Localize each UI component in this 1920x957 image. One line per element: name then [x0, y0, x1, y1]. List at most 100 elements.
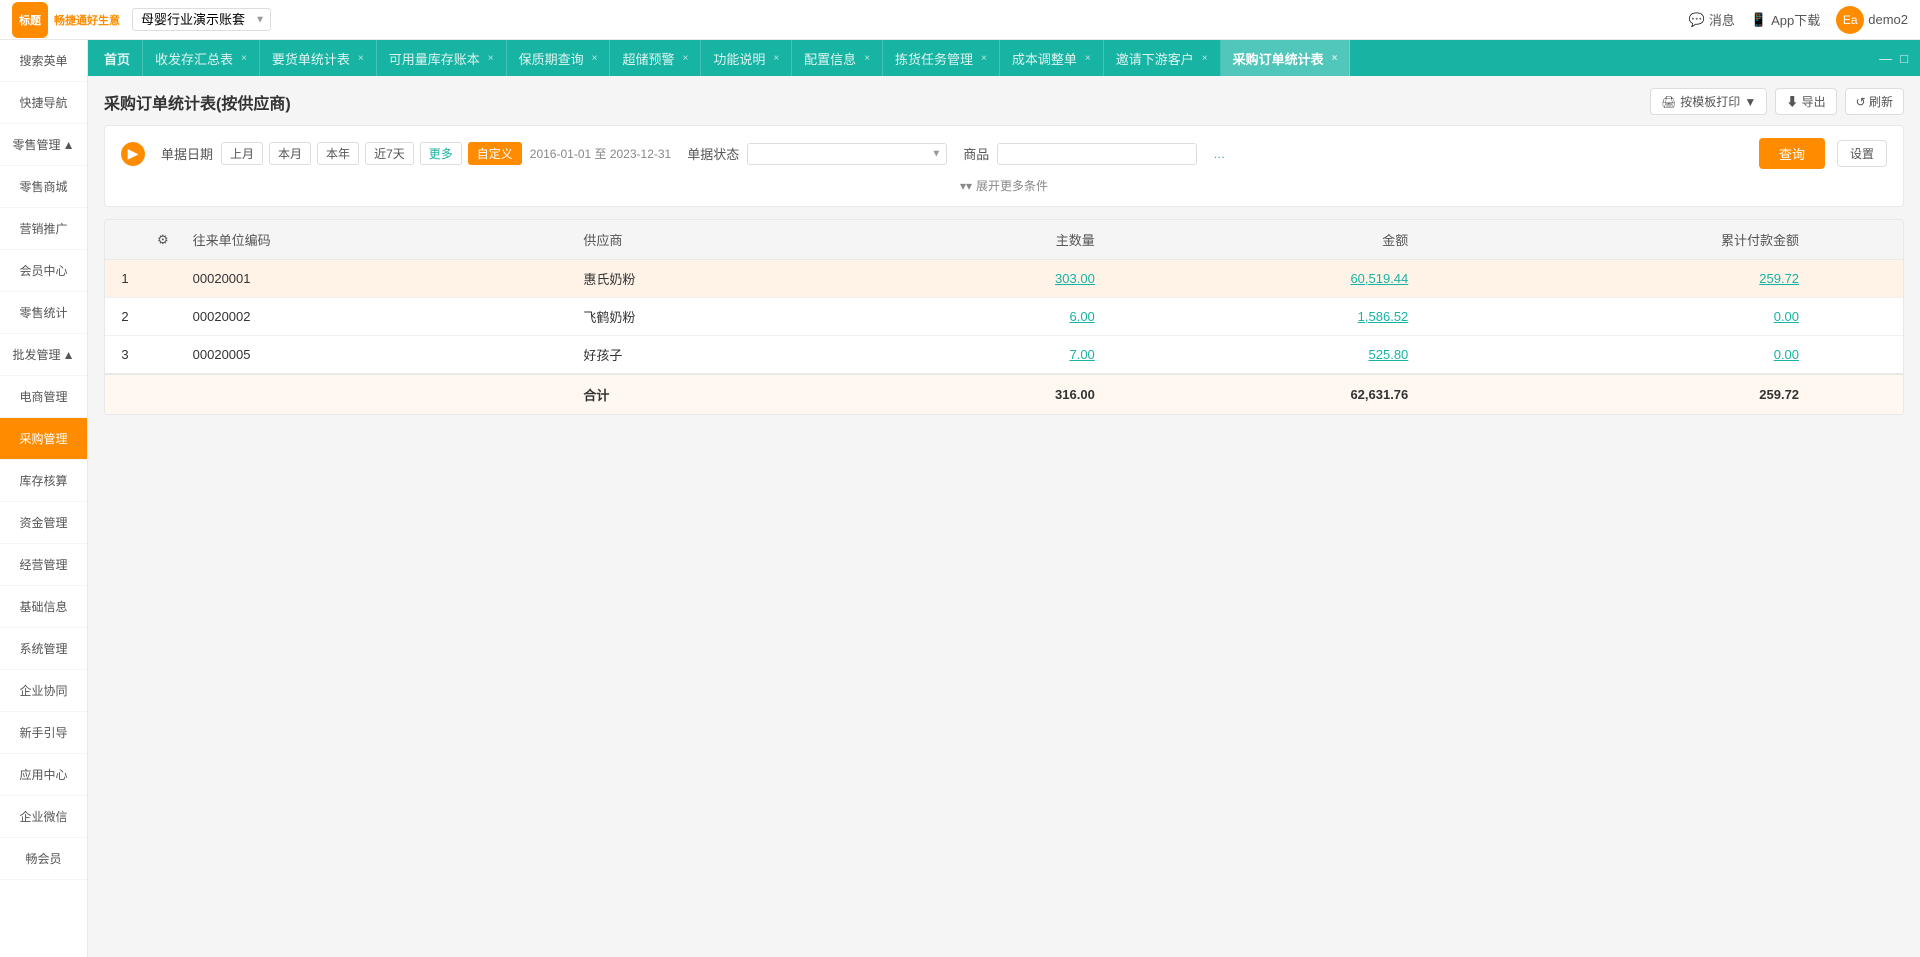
sidebar-item-retail-mall[interactable]: 零售商城 [0, 166, 87, 208]
message-btn[interactable]: 💬 消息 [1689, 10, 1735, 29]
cell-amount-3[interactable]: 525.80 [1107, 336, 1420, 375]
tab-expiry-close[interactable]: × [592, 53, 598, 64]
tab-config-close[interactable]: × [864, 53, 870, 64]
date-btn-7days[interactable]: 近7天 [365, 142, 414, 165]
cell-no-2: 2 [105, 298, 145, 336]
col-header-supplier-name: 供应商 [571, 220, 862, 260]
breadcrumb-select[interactable]: 母婴行业演示账套 [132, 8, 271, 31]
tab-overstock-close[interactable]: × [682, 53, 688, 64]
goods-search-input[interactable] [997, 143, 1197, 165]
user-area[interactable]: Ea demo2 [1836, 6, 1908, 34]
tab-purchase-stat-close[interactable]: × [1332, 53, 1338, 64]
date-btn-this-month[interactable]: 本月 [269, 142, 311, 165]
tab-maximize-btn[interactable]: □ [1900, 51, 1908, 66]
tab-cost-adj-close[interactable]: × [1085, 53, 1091, 64]
cell-qty-3[interactable]: 7.00 [863, 336, 1107, 375]
date-btn-last-month[interactable]: 上月 [221, 142, 263, 165]
filter-collapse-btn[interactable]: ▶ [121, 142, 145, 166]
tab-collection[interactable]: 收发存汇总表 × [143, 40, 260, 76]
sidebar-label-system: 系统管理 [19, 642, 67, 656]
main-layout: 搜索英单 快捷导航 零售管理 ▲ 零售商城 营销推广 会员中心 零售统计 批发管… [0, 40, 1920, 957]
tab-invite-label: 邀请下游客户 [1116, 49, 1194, 68]
sidebar-item-basic[interactable]: 基础信息 [0, 586, 87, 628]
cell-paid-2[interactable]: 0.00 [1420, 298, 1811, 336]
sidebar-label-new-guide: 新手引导 [19, 726, 67, 740]
sidebar-item-finance[interactable]: 资金管理 [0, 502, 87, 544]
print-button[interactable]: 🖨 按模板打印 ▼ [1650, 88, 1767, 115]
cell-qty-1[interactable]: 303.00 [863, 260, 1107, 298]
sidebar-item-ecommerce[interactable]: 电商管理 [0, 376, 87, 418]
tab-purchase-stat[interactable]: 采购订单统计表 × [1221, 40, 1351, 76]
sidebar-item-system[interactable]: 系统管理 [0, 628, 87, 670]
wholesale-arrow-icon: ▲ [63, 348, 75, 362]
query-button[interactable]: 查询 [1759, 138, 1825, 169]
tab-goods-stat-close[interactable]: × [358, 53, 364, 64]
app-download-label: App下载 [1771, 10, 1820, 29]
sidebar-item-marketing[interactable]: 营销推广 [0, 208, 87, 250]
sidebar-item-ops[interactable]: 经营管理 [0, 544, 87, 586]
sidebar-item-member[interactable]: 会员中心 [0, 250, 87, 292]
cell-paid-1[interactable]: 259.72 [1420, 260, 1811, 298]
logo-short-text: 标题 [19, 12, 41, 28]
tab-expiry[interactable]: 保质期查询 × [507, 40, 611, 76]
tab-config-label: 配置信息 [804, 49, 856, 68]
logo-area: 标题 畅捷通好生意 [12, 2, 120, 38]
footer-total-amount: 62,631.76 [1107, 374, 1420, 414]
user-name: demo2 [1868, 12, 1908, 27]
sidebar-item-inventory[interactable]: 库存核算 [0, 460, 87, 502]
sidebar-label-search: 搜索英单 [19, 54, 67, 68]
cell-paid-3[interactable]: 0.00 [1420, 336, 1811, 375]
app-download-btn[interactable]: 📱 App下载 [1751, 10, 1820, 29]
page-actions: 🖨 按模板打印 ▼ ⬇ 导出 ↺ 刷新 [1650, 88, 1904, 115]
sidebar-item-wechat[interactable]: 企业微信 [0, 796, 87, 838]
cell-amount-1[interactable]: 60,519.44 [1107, 260, 1420, 298]
tab-config[interactable]: 配置信息 × [792, 40, 883, 76]
col-header-settings[interactable]: ⚙ [145, 220, 181, 260]
filter-row-main: ▶ 单据日期 上月 本月 本年 近7天 更多 自定义 2016-01-01 至 … [121, 138, 1887, 169]
status-select-wrap[interactable] [747, 143, 947, 165]
date-shortcuts: 上月 本月 本年 近7天 更多 自定义 [221, 142, 522, 165]
breadcrumb-select-wrap[interactable]: 母婴行业演示账套 [132, 8, 271, 31]
tab-home[interactable]: 首页 [92, 40, 143, 76]
export-button[interactable]: ⬇ 导出 [1775, 88, 1836, 115]
tab-overstock[interactable]: 超储预警 × [610, 40, 701, 76]
sidebar-item-purchase[interactable]: 采购管理 [0, 418, 87, 460]
tab-expiry-label: 保质期查询 [519, 49, 584, 68]
expand-more-btn[interactable]: ▾▾ 展开更多条件 [960, 177, 1048, 194]
tab-goods-stat[interactable]: 要货单统计表 × [260, 40, 377, 76]
cell-amount-2[interactable]: 1,586.52 [1107, 298, 1420, 336]
sidebar-item-retail[interactable]: 零售管理 ▲ [0, 124, 87, 166]
goods-more-icon[interactable]: … [1213, 147, 1225, 161]
tab-home-label: 首页 [104, 49, 130, 68]
date-btn-custom[interactable]: 自定义 [468, 142, 522, 165]
cell-qty-2[interactable]: 6.00 [863, 298, 1107, 336]
tab-collection-close[interactable]: × [241, 53, 247, 64]
tab-pick-task-close[interactable]: × [981, 53, 987, 64]
cell-supplier-code-3: 00020005 [181, 336, 572, 375]
sidebar-item-quick-nav[interactable]: 快捷导航 [0, 82, 87, 124]
sidebar-item-new-guide[interactable]: 新手引导 [0, 712, 87, 754]
tab-invite-close[interactable]: × [1202, 53, 1208, 64]
sidebar-item-search[interactable]: 搜索英单 [0, 40, 87, 82]
tab-invite[interactable]: 邀请下游客户 × [1104, 40, 1221, 76]
tab-minimize-btn[interactable]: — [1879, 51, 1892, 66]
sidebar-item-enterprise[interactable]: 企业协同 [0, 670, 87, 712]
date-btn-more[interactable]: 更多 [420, 142, 462, 165]
sidebar-label-quick-nav: 快捷导航 [19, 96, 67, 110]
tab-cost-adj[interactable]: 成本调整单 × [1000, 40, 1104, 76]
tab-available-inv-close[interactable]: × [488, 53, 494, 64]
sidebar-item-app-center[interactable]: 应用中心 [0, 754, 87, 796]
tab-func-desc[interactable]: 功能说明 × [701, 40, 792, 76]
sidebar-label-basic: 基础信息 [19, 600, 67, 614]
date-btn-this-year[interactable]: 本年 [317, 142, 359, 165]
sidebar-item-retail-stat[interactable]: 零售统计 [0, 292, 87, 334]
sidebar-item-vip[interactable]: 畅会员 [0, 838, 87, 880]
refresh-button[interactable]: ↺ 刷新 [1845, 88, 1904, 115]
status-select[interactable] [747, 143, 947, 165]
sidebar-item-wholesale[interactable]: 批发管理 ▲ [0, 334, 87, 376]
tab-func-desc-close[interactable]: × [773, 53, 779, 64]
sidebar-label-purchase: 采购管理 [19, 432, 67, 446]
tab-pick-task[interactable]: 拣货任务管理 × [883, 40, 1000, 76]
tab-available-inv[interactable]: 可用量库存账本 × [377, 40, 507, 76]
settings-button[interactable]: 设置 [1837, 140, 1887, 167]
